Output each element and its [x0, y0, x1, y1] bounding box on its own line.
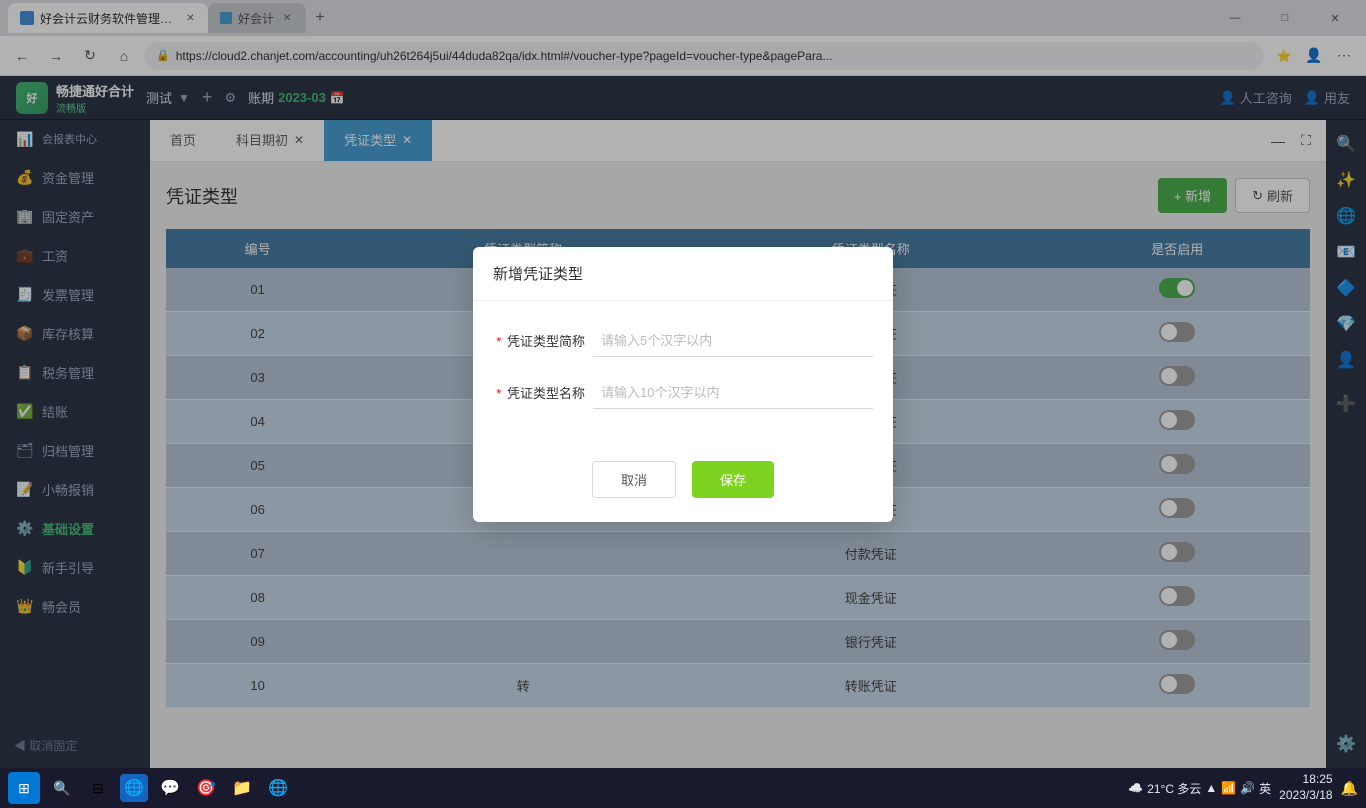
network-icon: 📶: [1221, 781, 1236, 795]
taskbar-multitask[interactable]: ⊟: [84, 774, 112, 802]
language-indicator: 英: [1259, 780, 1271, 797]
notification-icon[interactable]: 🔔: [1341, 780, 1358, 797]
taskbar-left: ⊞ 🔍 ⊟ 🌐 💬 🎯 📁 🌐: [8, 772, 292, 804]
short-name-input[interactable]: [593, 325, 873, 357]
volume-icon: 🔊: [1240, 781, 1255, 795]
dialog-overlay: 新增凭证类型 * 凭证类型简称 * 凭证类型名称 取消 保存: [0, 0, 1366, 768]
start-button[interactable]: ⊞: [8, 772, 40, 804]
weather-text: 21°C 多云: [1147, 780, 1201, 797]
dialog-body: * 凭证类型简称 * 凭证类型名称: [473, 301, 893, 453]
cancel-button[interactable]: 取消: [592, 461, 676, 498]
short-name-label: * 凭证类型简称: [493, 331, 593, 350]
form-row-short-name: * 凭证类型简称: [493, 325, 873, 357]
taskbar-edge[interactable]: 🌐: [120, 774, 148, 802]
taskbar-clock: 18:25 2023/3/18: [1279, 772, 1332, 803]
full-name-label: * 凭证类型名称: [493, 383, 593, 402]
save-button[interactable]: 保存: [692, 461, 774, 498]
dialog-footer: 取消 保存: [473, 453, 893, 522]
weather-icon: ☁️: [1128, 781, 1143, 795]
taskbar-chrome[interactable]: 🎯: [192, 774, 220, 802]
full-name-input[interactable]: [593, 377, 873, 409]
required-star-1: *: [496, 334, 501, 349]
taskbar-right: ☁️ 21°C 多云 ▲ 📶 🔊 英 18:25 2023/3/18 🔔: [1128, 772, 1358, 803]
time-display: 18:25: [1279, 772, 1332, 788]
date-display: 2023/3/18: [1279, 788, 1332, 804]
taskbar: ⊞ 🔍 ⊟ 🌐 💬 🎯 📁 🌐 ☁️ 21°C 多云 ▲ 📶 🔊 英 18:25…: [0, 768, 1366, 808]
required-star-2: *: [496, 386, 501, 401]
taskbar-browser2[interactable]: 🌐: [264, 774, 292, 802]
taskbar-system-icons: ☁️ 21°C 多云 ▲ 📶 🔊 英: [1128, 780, 1271, 797]
dialog-title: 新增凭证类型: [473, 247, 893, 301]
arrow-up-icon: ▲: [1205, 781, 1217, 795]
add-voucher-dialog: 新增凭证类型 * 凭证类型简称 * 凭证类型名称 取消 保存: [473, 247, 893, 522]
form-row-full-name: * 凭证类型名称: [493, 377, 873, 409]
taskbar-explorer[interactable]: 📁: [228, 774, 256, 802]
taskbar-search[interactable]: 🔍: [48, 774, 76, 802]
taskbar-wechat[interactable]: 💬: [156, 774, 184, 802]
